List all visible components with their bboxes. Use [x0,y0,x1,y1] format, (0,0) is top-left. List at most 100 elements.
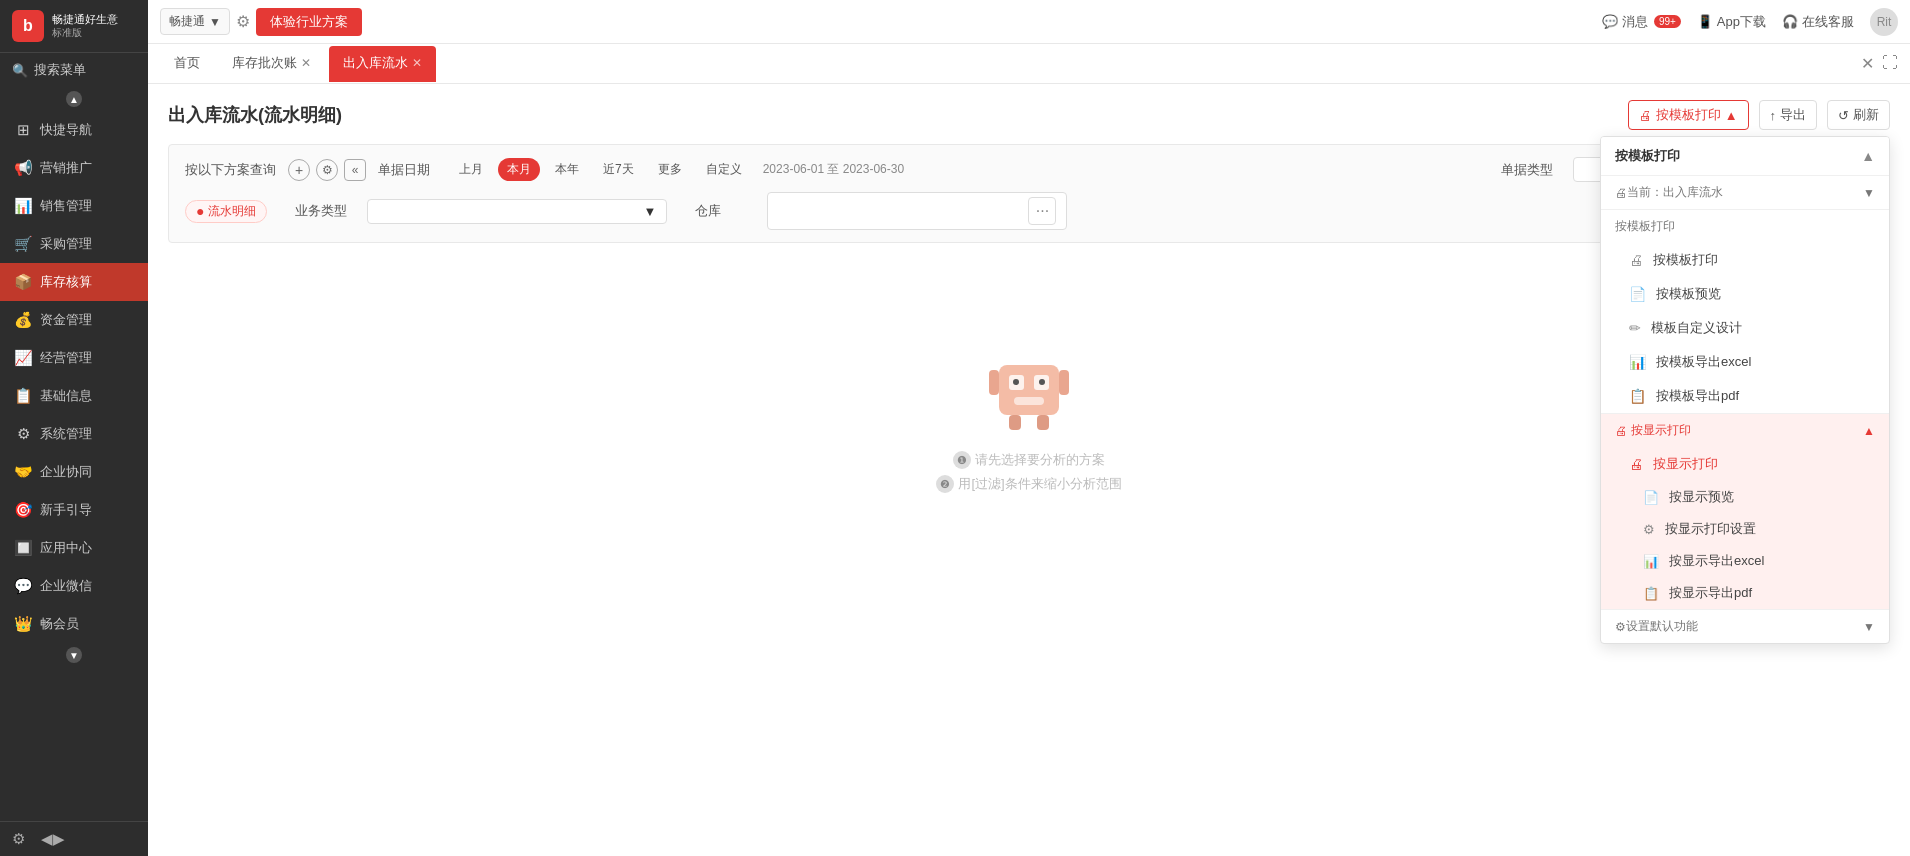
display-print-settings-label: 按显示打印设置 [1665,520,1756,538]
dropdown-arrow-icon: ▼ [209,15,221,29]
footer-settings-label: 设置默认功能 [1626,618,1698,635]
export-btn[interactable]: ↑ 导出 [1759,100,1818,130]
template-export-pdf-label: 按模板导出pdf [1656,387,1739,405]
dropdown-collapse-btn[interactable]: ▲ [1861,148,1875,164]
template-custom-item[interactable]: ✏ 模板自定义设计 [1601,311,1889,345]
sales-icon: 📊 [14,197,32,215]
template-print-item[interactable]: 🖨 按模板打印 [1601,243,1889,277]
sidebar-item-finance[interactable]: 💰 资金管理 [0,301,148,339]
online-service-btn[interactable]: 🎧 在线客服 [1782,13,1854,31]
bottom-settings-icon[interactable]: ⚙ [12,830,25,848]
tab-home[interactable]: 首页 [160,46,214,82]
sidebar-item-sales[interactable]: 📊 销售管理 [0,187,148,225]
page-area: 出入库流水(流水明细) 🖨 按模板打印 ▲ ↑ 导出 ↺ 刷新 [148,84,1910,856]
warehouse-label: 仓库 [695,202,755,220]
close-all-btn[interactable]: ✕ [1861,54,1874,73]
tab-batch-accounts-close[interactable]: ✕ [301,56,311,70]
sidebar-item-wechat[interactable]: 💬 企业微信 [0,567,148,605]
template-print-header[interactable]: 按模板打印 [1601,210,1889,243]
svg-rect-0 [999,365,1059,415]
date-current-month[interactable]: 本月 [498,158,540,181]
refresh-btn-label: 刷新 [1853,106,1879,124]
bottom-toggle-icon[interactable]: ◀▶ [41,830,65,848]
template-export-excel-item[interactable]: 📊 按模板导出excel [1601,345,1889,379]
topbar-dropdown[interactable]: 畅捷通 ▼ [160,8,230,35]
filter-collapse-btn[interactable]: « [344,159,366,181]
sidebar-item-inventory[interactable]: 📦 库存核算 [0,263,148,301]
sidebar-item-collab[interactable]: 🤝 企业协同 [0,453,148,491]
template-export-pdf-item[interactable]: 📋 按模板导出pdf [1601,379,1889,413]
display-preview-item[interactable]: 📄 按显示预览 [1601,481,1889,513]
finance-icon: 💰 [14,311,32,329]
operations-icon: 📈 [14,349,32,367]
filter-settings-btn[interactable]: ⚙ [316,159,338,181]
business-type-select[interactable]: ▼ [367,199,667,224]
dropdown-footer[interactable]: ⚙ 设置默认功能 ▼ [1601,610,1889,643]
display-export-pdf-item[interactable]: 📋 按显示导出pdf [1601,577,1889,609]
display-print-header[interactable]: 🖨 按显示打印 ▲ [1601,414,1889,447]
scroll-up-btn[interactable]: ▲ [66,91,82,107]
sidebar-item-member[interactable]: 👑 畅会员 [0,605,148,643]
scroll-down-btn[interactable]: ▼ [66,647,82,663]
filter-section-label: 按以下方案查询 [185,161,276,179]
print-btn[interactable]: 🖨 按模板打印 ▲ [1628,100,1749,130]
user-initials: Rit [1877,15,1892,29]
guide-icon: 🎯 [14,501,32,519]
sidebar-item-label: 系统管理 [40,425,92,443]
tab-home-label: 首页 [174,54,200,72]
dropdown-text: 畅捷通 [169,13,205,30]
business-type-dropdown-icon: ▼ [644,204,657,219]
refresh-btn[interactable]: ↺ 刷新 [1827,100,1890,130]
display-excel-icon: 📊 [1643,554,1659,569]
date-current-year[interactable]: 本年 [546,158,588,181]
sidebar-item-system[interactable]: ⚙ 系统管理 [0,415,148,453]
app-center-icon: 🔲 [14,539,32,557]
template-preview-item[interactable]: 📄 按模板预览 [1601,277,1889,311]
date-more[interactable]: 更多 [649,158,691,181]
display-print-item[interactable]: 🖨 按显示打印 [1601,447,1889,481]
maximize-btn[interactable]: ⛶ [1882,54,1898,73]
filter-tag-label: 流水明细 [208,203,256,220]
search-icon: 🔍 [12,63,28,78]
message-icon: 💬 [1602,14,1618,29]
preview-icon: 📄 [1629,286,1646,302]
sidebar-search[interactable]: 🔍 搜索菜单 [0,53,148,87]
display-preview-icon: 📄 [1643,490,1659,505]
message-btn[interactable]: 💬 消息 99+ [1602,13,1681,31]
current-selection-header[interactable]: 🖨 当前：出入库流水 ▼ [1601,176,1889,209]
tabs-right-controls: ✕ ⛶ [1861,54,1898,73]
display-print-item-label: 按显示打印 [1653,455,1718,473]
display-export-excel-item[interactable]: 📊 按显示导出excel [1601,545,1889,577]
app-download-btn[interactable]: 📱 App下载 [1697,13,1766,31]
date-last-7days[interactable]: 近7天 [594,158,643,181]
sidebar-item-label: 畅会员 [40,615,79,633]
sidebar-item-quick-nav[interactable]: ⊞ 快捷导航 [0,111,148,149]
sidebar-item-guide[interactable]: 🎯 新手引导 [0,491,148,529]
warehouse-more-btn[interactable]: ··· [1028,197,1056,225]
display-pdf-icon: 📋 [1643,586,1659,601]
template-custom-label: 模板自定义设计 [1651,319,1742,337]
brand-sub: 标准版 [52,26,118,40]
date-custom[interactable]: 自定义 [697,158,751,181]
warehouse-select[interactable]: ··· [767,192,1067,230]
sidebar-item-operations[interactable]: 📈 经营管理 [0,339,148,377]
filter-tag-active[interactable]: ● 流水明细 [185,200,267,223]
sidebar-item-purchase[interactable]: 🛒 采购管理 [0,225,148,263]
display-print-settings-item[interactable]: ⚙ 按显示打印设置 [1601,513,1889,545]
topbar-gear-icon[interactable]: ⚙ [236,12,250,31]
tab-flow[interactable]: 出入库流水 ✕ [329,46,436,82]
refresh-icon: ↺ [1838,108,1849,123]
tab-batch-accounts[interactable]: 库存批次账 ✕ [218,46,325,82]
sidebar-item-basic[interactable]: 📋 基础信息 [0,377,148,415]
svg-rect-6 [1009,415,1021,430]
print-icon: 🖨 [1639,108,1652,123]
sidebar-item-label: 基础信息 [40,387,92,405]
filter-add-btn[interactable]: + [288,159,310,181]
sidebar-item-marketing[interactable]: 📢 营销推广 [0,149,148,187]
date-last-month[interactable]: 上月 [450,158,492,181]
industry-btn[interactable]: 体验行业方案 [256,8,362,36]
sidebar-item-app-center[interactable]: 🔲 应用中心 [0,529,148,567]
tab-flow-close[interactable]: ✕ [412,56,422,70]
user-avatar-btn[interactable]: Rit [1870,8,1898,36]
sidebar-item-label: 企业微信 [40,577,92,595]
